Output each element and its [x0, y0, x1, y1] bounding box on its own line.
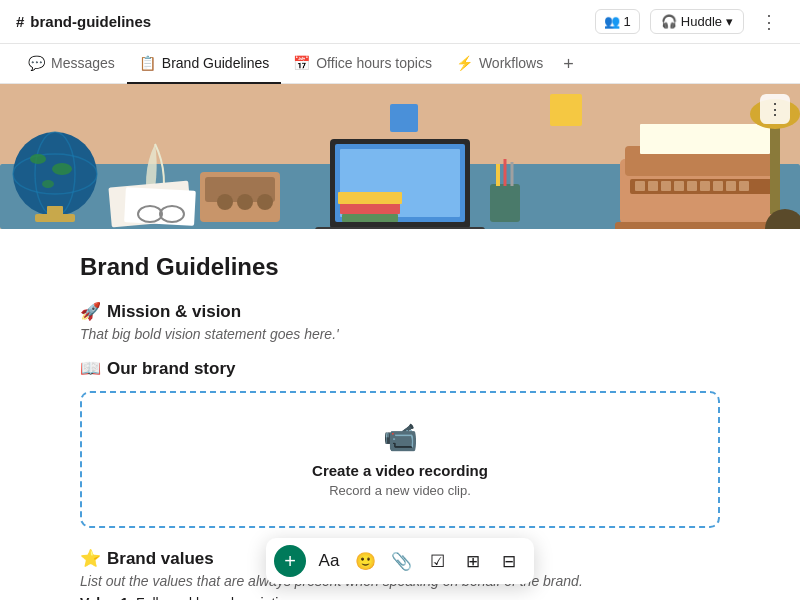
add-content-button[interactable]: +: [274, 545, 306, 577]
page-title: Brand Guidelines: [80, 253, 720, 281]
title-bar-actions: 👥 1 🎧 Huddle ▾ ⋮: [595, 7, 784, 37]
svg-rect-35: [550, 94, 582, 126]
svg-rect-43: [687, 181, 697, 191]
svg-rect-46: [726, 181, 736, 191]
huddle-button[interactable]: 🎧 Huddle ▾: [650, 9, 744, 34]
star-icon: ⭐: [80, 548, 101, 569]
svg-rect-39: [635, 181, 645, 191]
svg-rect-28: [342, 214, 398, 222]
members-button[interactable]: 👥 1: [595, 9, 640, 34]
value-1-desc: Followed by a description.: [136, 595, 298, 600]
hero-more-button[interactable]: ⋮: [760, 94, 790, 124]
checklist-button[interactable]: ☑: [420, 544, 454, 578]
svg-point-7: [52, 163, 72, 175]
brand-guidelines-tab-label: Brand Guidelines: [162, 55, 269, 71]
title-bar: # brand-guidelines 👥 1 🎧 Huddle ▾ ⋮: [0, 0, 800, 44]
emoji-button[interactable]: 🙂: [348, 544, 382, 578]
huddle-label: Huddle: [681, 14, 722, 29]
text-format-icon: Aa: [319, 551, 340, 571]
svg-rect-40: [648, 181, 658, 191]
mission-heading: 🚀 Mission & vision: [80, 301, 720, 322]
svg-rect-49: [615, 222, 785, 229]
svg-point-13: [217, 194, 233, 210]
svg-rect-27: [338, 192, 402, 204]
svg-rect-47: [739, 181, 749, 191]
layout-button[interactable]: ⊟: [492, 544, 526, 578]
video-box-subtitle: Record a new video clip.: [102, 483, 698, 498]
members-count: 1: [624, 14, 631, 29]
value-1-line: Value 1. Followed by a description.: [80, 595, 720, 600]
svg-point-8: [42, 180, 54, 188]
hash-icon: #: [16, 13, 24, 30]
channel-title: # brand-guidelines: [16, 13, 151, 30]
video-box-title: Create a video recording: [102, 462, 698, 479]
svg-rect-48: [640, 124, 770, 154]
svg-point-15: [257, 194, 273, 210]
svg-rect-42: [674, 181, 684, 191]
checkbox-icon: ☑: [430, 551, 445, 572]
brand-guidelines-tab-icon: 📋: [139, 55, 156, 71]
svg-rect-44: [700, 181, 710, 191]
svg-rect-22: [490, 184, 520, 222]
font-style-button[interactable]: Aa: [312, 544, 346, 578]
tab-brand-guidelines[interactable]: 📋 Brand Guidelines: [127, 44, 281, 84]
office-hours-tab-icon: 📅: [293, 55, 310, 71]
book-icon: 📖: [80, 358, 101, 379]
paperclip-icon: 📎: [391, 551, 412, 572]
video-recording-box[interactable]: 📹 Create a video recording Record a new …: [80, 391, 720, 528]
office-hours-tab-label: Office hours topics: [316, 55, 432, 71]
svg-rect-41: [661, 181, 671, 191]
tab-office-hours[interactable]: 📅 Office hours topics: [281, 44, 444, 84]
mission-text: That big bold vision statement goes here…: [80, 326, 720, 342]
mission-icon: 🚀: [80, 301, 101, 322]
attach-button[interactable]: 📎: [384, 544, 418, 578]
workflows-tab-label: Workflows: [479, 55, 543, 71]
table-icon: ⊞: [466, 551, 480, 572]
workflows-tab-icon: ⚡: [456, 55, 473, 71]
svg-point-14: [237, 194, 253, 210]
layout-icon: ⊟: [502, 551, 516, 572]
messages-tab-icon: 💬: [28, 55, 45, 71]
tab-messages[interactable]: 💬 Messages: [16, 44, 127, 84]
more-options-button[interactable]: ⋮: [754, 7, 784, 37]
add-tab-button[interactable]: +: [555, 44, 582, 84]
hero-illustration: [0, 84, 800, 229]
value-1-label: Value 1.: [80, 595, 132, 600]
chevron-down-icon: ▾: [726, 14, 733, 29]
svg-point-3: [13, 132, 97, 216]
hero-banner: ⋮: [0, 84, 800, 229]
floating-toolbar: + Aa 🙂 📎 ☑ ⊞ ⊟: [266, 538, 534, 584]
channel-name: brand-guidelines: [30, 13, 151, 30]
svg-point-6: [30, 154, 46, 164]
svg-rect-30: [124, 187, 196, 226]
tab-workflows[interactable]: ⚡ Workflows: [444, 44, 555, 84]
svg-rect-45: [713, 181, 723, 191]
svg-rect-34: [390, 104, 418, 132]
svg-rect-10: [47, 206, 63, 218]
brand-story-heading: 📖 Our brand story: [80, 358, 720, 379]
headphone-icon: 🎧: [661, 14, 677, 29]
emoji-icon: 🙂: [355, 551, 376, 572]
tab-bar: 💬 Messages 📋 Brand Guidelines 📅 Office h…: [0, 44, 800, 84]
people-icon: 👥: [604, 14, 620, 29]
messages-tab-label: Messages: [51, 55, 115, 71]
plus-icon: +: [284, 550, 296, 573]
table-button[interactable]: ⊞: [456, 544, 490, 578]
video-camera-icon: 📹: [102, 421, 698, 454]
